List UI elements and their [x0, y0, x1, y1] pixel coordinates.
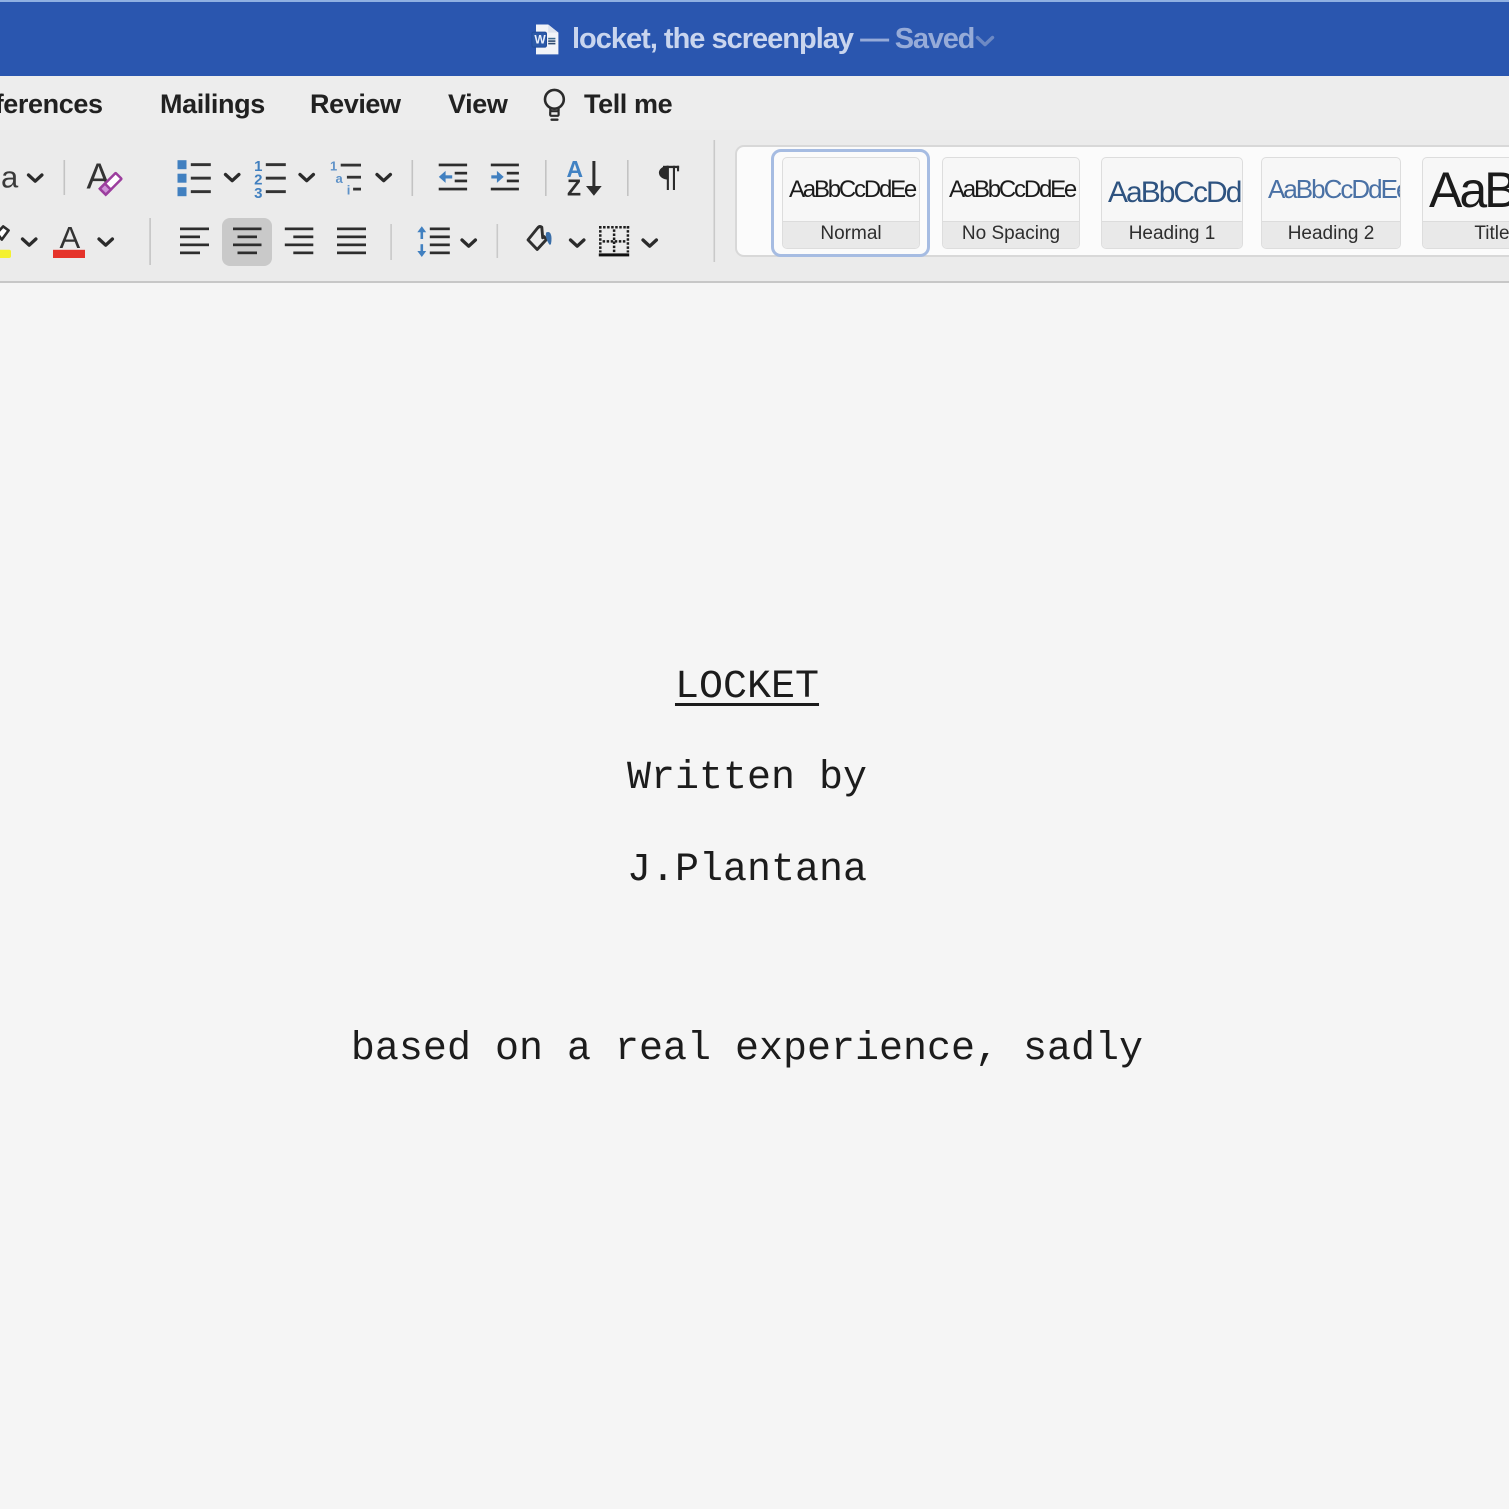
- svg-text:A: A: [60, 220, 81, 255]
- svg-text:a: a: [336, 171, 344, 186]
- svg-text:i: i: [347, 183, 351, 198]
- svg-text:Z: Z: [567, 174, 581, 200]
- svg-text:W: W: [534, 33, 546, 47]
- svg-text:a: a: [1, 160, 19, 195]
- svg-text:3: 3: [254, 185, 262, 202]
